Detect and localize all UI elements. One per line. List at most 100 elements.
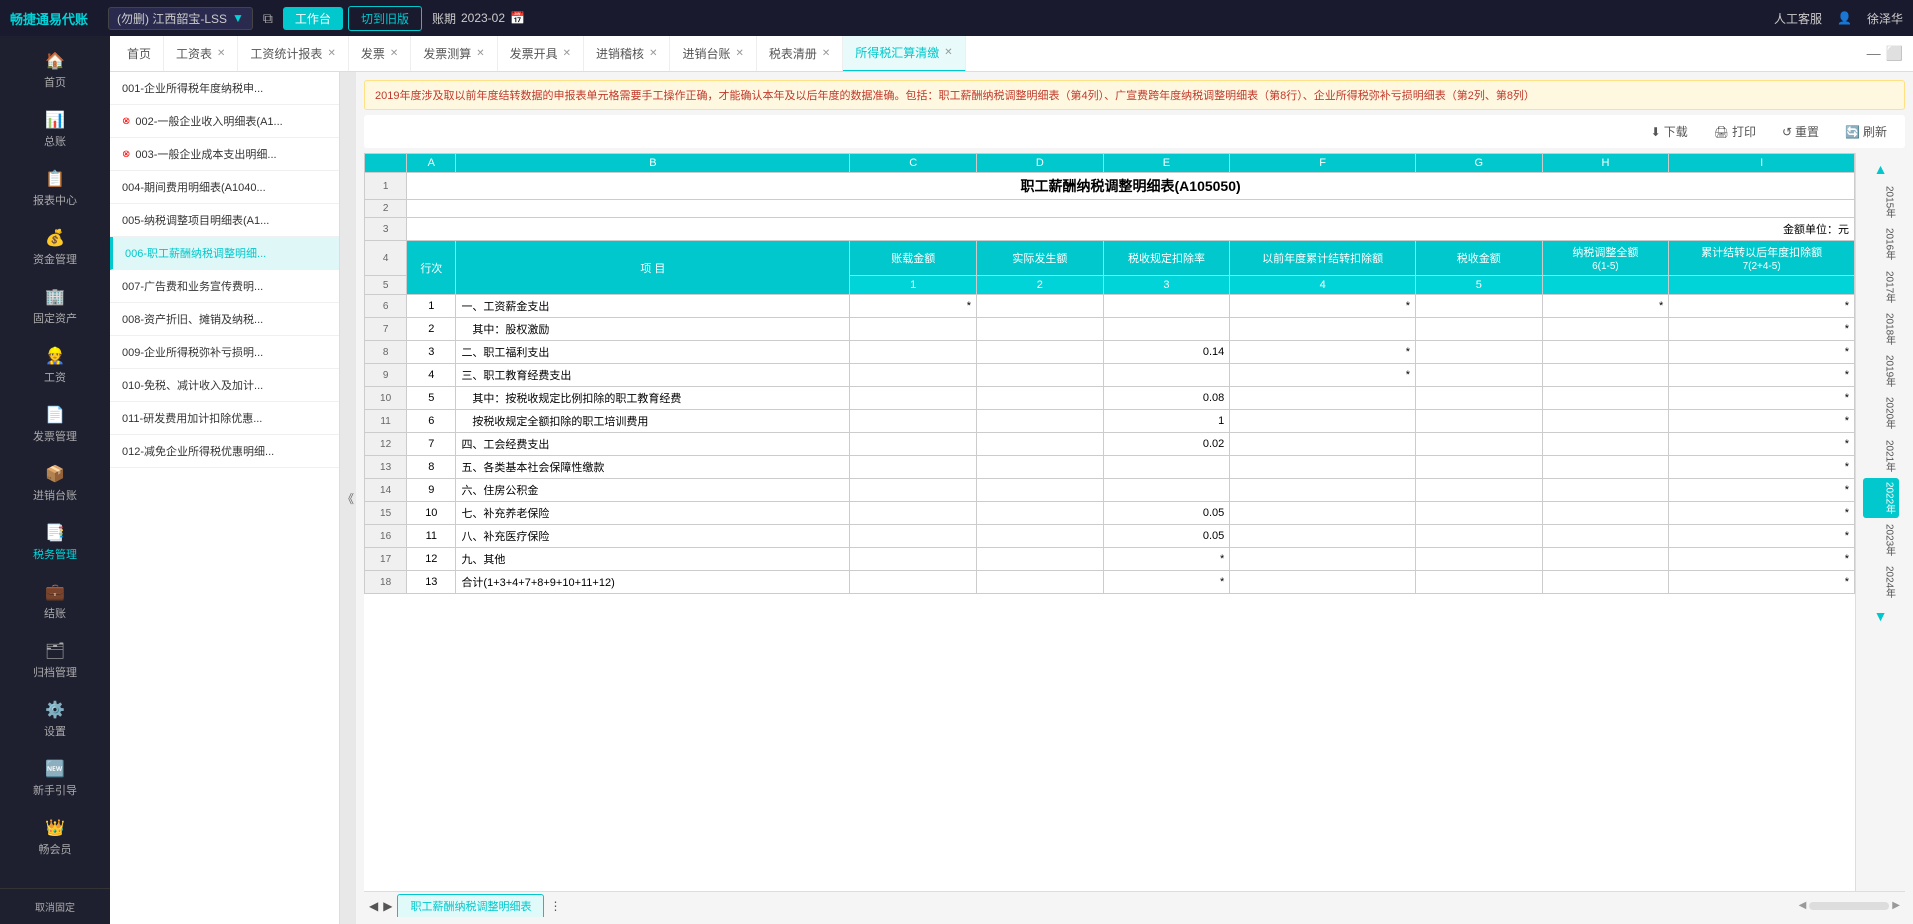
left-item-009[interactable]: 009-企业所得税弥补亏损明...	[110, 336, 339, 369]
sidebar-item-payroll[interactable]: 👷 工资	[0, 336, 110, 395]
sidebar-label-close: 结账	[44, 605, 66, 621]
tab-invoice-calc-close[interactable]: ✕	[476, 48, 484, 59]
year-2019[interactable]: 2019年	[1863, 351, 1899, 391]
sidebar-item-guide[interactable]: 🆕 新手引导	[0, 749, 110, 808]
tab-audit-close[interactable]: ✕	[649, 48, 657, 59]
left-item-005[interactable]: 005-纳税调整项目明细表(A1...	[110, 204, 339, 237]
scroll-track[interactable]	[1809, 902, 1889, 910]
tab-payroll-close[interactable]: ✕	[217, 48, 225, 59]
tab-payroll[interactable]: 工资表 ✕	[164, 36, 238, 72]
tab-invoice-calc-label: 发票测算	[423, 45, 471, 62]
app-logo: 畅捷通易代账	[10, 9, 88, 28]
switch-btn[interactable]: 切到旧版	[348, 6, 422, 31]
year-up-btn[interactable]: ▲	[1871, 158, 1891, 180]
scroll-right-icon[interactable]: ▶	[1892, 900, 1900, 911]
left-item-008[interactable]: 008-资产折旧、摊销及纳税...	[110, 303, 339, 336]
tab-max-icon[interactable]: ⬜	[1886, 45, 1903, 62]
sidebar-label-archive: 归档管理	[33, 664, 77, 680]
tab-payroll-report-close[interactable]: ✕	[327, 48, 335, 59]
tab-home[interactable]: 首页	[115, 36, 164, 72]
refresh-label: 刷新	[1863, 123, 1887, 140]
tab-payroll-label: 工资表	[176, 45, 212, 62]
sheet-tab-more[interactable]: ⋮	[549, 899, 561, 913]
year-2015[interactable]: 2015年	[1863, 182, 1899, 222]
table-row: 12 7 四、工会经费支出 0.02	[365, 433, 1855, 456]
left-item-001[interactable]: 001-企业所得税年度纳税申...	[110, 72, 339, 105]
table-row: 17 12 九、其他 *	[365, 548, 1855, 571]
col-header-G: G	[1415, 154, 1542, 173]
left-item-011[interactable]: 011-研发费用加计扣除优惠...	[110, 402, 339, 435]
sub-num-4: 4	[1230, 276, 1416, 295]
tab-audit[interactable]: 进销稽核 ✕	[584, 36, 670, 72]
year-2018[interactable]: 2018年	[1863, 309, 1899, 349]
row-num-2: 2	[365, 200, 407, 218]
year-2017[interactable]: 2017年	[1863, 267, 1899, 307]
year-2024[interactable]: 2024年	[1863, 562, 1899, 602]
tab-min-icon[interactable]: —	[1867, 45, 1881, 62]
sidebar-item-finance[interactable]: 💰 资金管理	[0, 218, 110, 277]
unpin-button[interactable]: 取消固定	[0, 889, 110, 924]
support-link[interactable]: 人工客服	[1774, 10, 1822, 27]
copy-icon[interactable]: ⧉	[263, 10, 273, 27]
sidebar-item-home[interactable]: 🏠 首页	[0, 41, 110, 100]
sidebar-item-report[interactable]: 📋 报表中心	[0, 159, 110, 218]
company-selector[interactable]: (勿删) 江西韶宝-LSS ▼	[108, 7, 253, 30]
header-col1: 账载金额	[850, 241, 977, 276]
tab-tax-annual-close[interactable]: ✕	[944, 47, 952, 58]
left-item-003[interactable]: ⊗ 003-一般企业成本支出明细...	[110, 138, 339, 171]
tab-invoice[interactable]: 发票 ✕	[349, 36, 411, 72]
left-item-009-label: 009-企业所得税弥补亏损明...	[122, 344, 263, 360]
unpin-label: 取消固定	[35, 899, 75, 914]
refresh-btn[interactable]: 🔄 刷新	[1837, 120, 1895, 143]
sidebar-label-payroll: 工资	[44, 369, 66, 385]
tab-invoice-issue-close[interactable]: ✕	[563, 48, 571, 59]
tab-ledger[interactable]: 进销台账 ✕	[670, 36, 756, 72]
year-2021[interactable]: 2021年	[1863, 436, 1899, 476]
work-tab-button[interactable]: 工作台	[283, 7, 343, 30]
print-icon: 🖨	[1714, 125, 1729, 139]
sheet-nav-prev[interactable]: ◀	[369, 899, 378, 913]
scroll-left-icon[interactable]: ◀	[1799, 900, 1807, 911]
left-item-012-label: 012-减免企业所得税优惠明细...	[122, 443, 274, 459]
left-item-006-label: 006-职工薪酬纳税调整明细...	[125, 245, 266, 261]
tab-invoice-issue-label: 发票开具	[510, 45, 558, 62]
tab-payroll-report[interactable]: 工资统计报表 ✕	[238, 36, 348, 72]
sheet-nav-next[interactable]: ▶	[383, 899, 392, 913]
reset-btn[interactable]: ↺ 重置	[1774, 120, 1827, 143]
left-item-007[interactable]: 007-广告费和业务宣传费明...	[110, 270, 339, 303]
table-row: 8 3 二、职工福利支出 0.14 *	[365, 341, 1855, 364]
tab-invoice-issue[interactable]: 发票开具 ✕	[498, 36, 584, 72]
sidebar-item-ledger[interactable]: 📊 总账	[0, 100, 110, 159]
year-2016[interactable]: 2016年	[1863, 224, 1899, 264]
sidebar-item-vip[interactable]: 👑 畅会员	[0, 808, 110, 867]
print-btn[interactable]: 🖨 打印	[1706, 120, 1764, 143]
sidebar-item-archive[interactable]: 🗂 归档管理	[0, 631, 110, 690]
panel-collapse-btn[interactable]: 《	[340, 72, 356, 924]
download-btn[interactable]: ⬇ 下载	[1643, 120, 1696, 143]
tab-ledger-close[interactable]: ✕	[735, 48, 743, 59]
sheet-scroll[interactable]: A B C D E F G H I	[364, 153, 1855, 891]
tab-invoice-close[interactable]: ✕	[390, 48, 398, 59]
tab-tax-list[interactable]: 税表清册 ✕	[757, 36, 843, 72]
calendar-icon[interactable]: 📅	[510, 11, 525, 25]
left-item-004[interactable]: 004-期间费用明细表(A1040...	[110, 171, 339, 204]
left-item-006[interactable]: 006-职工薪酬纳税调整明细...	[110, 237, 339, 270]
tab-tax-annual[interactable]: 所得税汇算清缴 ✕	[843, 36, 965, 72]
sidebar-item-sales[interactable]: 📦 进销台账	[0, 454, 110, 513]
sidebar-item-settings[interactable]: ⚙️ 设置	[0, 690, 110, 749]
tab-invoice-calc[interactable]: 发票测算 ✕	[411, 36, 497, 72]
row-num-1: 1	[365, 173, 407, 200]
left-item-012[interactable]: 012-减免企业所得税优惠明细...	[110, 435, 339, 468]
sidebar-item-tax[interactable]: 📑 税务管理	[0, 513, 110, 572]
left-item-010[interactable]: 010-免税、减计收入及加计...	[110, 369, 339, 402]
sidebar-item-assets[interactable]: 🏢 固定资产	[0, 277, 110, 336]
year-2023[interactable]: 2023年	[1863, 520, 1899, 560]
sidebar-item-close[interactable]: 💼 结账	[0, 572, 110, 631]
tab-tax-list-close[interactable]: ✕	[822, 48, 830, 59]
sidebar-item-invoice[interactable]: 📄 发票管理	[0, 395, 110, 454]
year-2022[interactable]: 2022年	[1863, 478, 1899, 518]
left-item-002[interactable]: ⊗ 002-一般企业收入明细表(A1...	[110, 105, 339, 138]
year-down-btn[interactable]: ▼	[1871, 605, 1891, 627]
year-2020[interactable]: 2020年	[1863, 393, 1899, 433]
sheet-tab-main[interactable]: 职工薪酬纳税调整明细表	[397, 894, 544, 917]
